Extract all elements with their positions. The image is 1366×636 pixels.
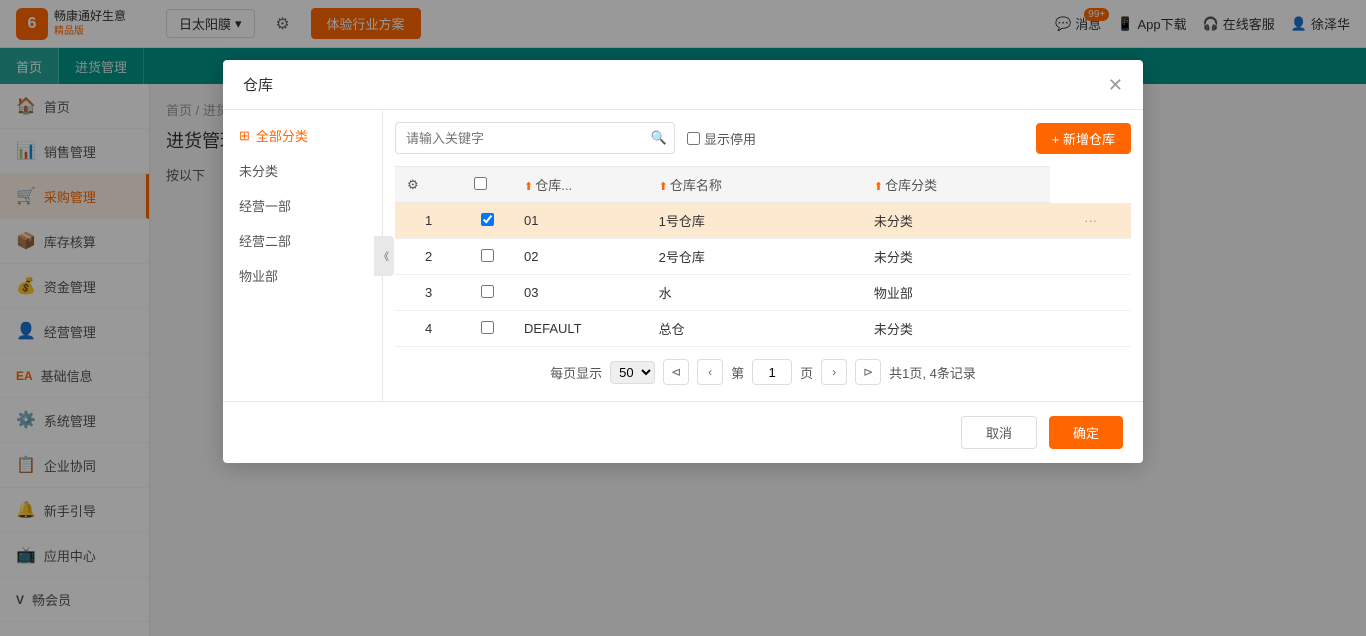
first-page-btn[interactable]: ⊲ (663, 359, 689, 385)
row-num: 1 (395, 203, 462, 239)
row-checkbox[interactable] (481, 321, 494, 334)
dialog-close-btn[interactable]: ✕ (1108, 76, 1123, 94)
sort-icon-name: ⬆ (659, 181, 668, 193)
table-row[interactable]: 3 03 水 物业部 (395, 275, 1131, 311)
row-checkbox[interactable] (481, 249, 494, 262)
show-disabled-checkbox-label[interactable]: 显示停用 (687, 129, 756, 148)
confirm-button[interactable]: 确定 (1049, 416, 1123, 449)
dialog-body: ⊞ 全部分类 未分类 经营一部 经营二部 物业部 《 🔍 (223, 110, 1143, 401)
row-category: 未分类 (862, 203, 1050, 239)
show-disabled-checkbox[interactable] (687, 132, 700, 145)
warehouse-table: ⚙ ⬆仓库... ⬆仓库名称 ⬆仓库分类 1 01 1号仓库 未分类 ··· 2… (395, 166, 1131, 347)
pagination-bar: 每页显示 50 ⊲ ‹ 第 页 › ⊳ 共1页, 4条记录 (395, 347, 1131, 389)
row-code: 03 (512, 275, 647, 311)
prev-page-btn[interactable]: ‹ (697, 359, 723, 385)
col-header-code: ⬆仓库... (512, 167, 647, 203)
row-code: 02 (512, 239, 647, 275)
row-name: 总仓 (647, 311, 862, 347)
table-panel: 🔍 显示停用 + 新增仓库 ⚙ ⬆仓库... (383, 110, 1143, 401)
cancel-button[interactable]: 取消 (961, 416, 1037, 449)
search-wrap: 🔍 (395, 122, 675, 154)
modal-overlay: 仓库 ✕ ⊞ 全部分类 未分类 经营一部 经营二部 物业部 《 (0, 0, 1366, 636)
row-num: 4 (395, 311, 462, 347)
category-panel: ⊞ 全部分类 未分类 经营一部 经营二部 物业部 《 (223, 110, 383, 401)
dialog-header: 仓库 ✕ (223, 60, 1143, 110)
category-item-property[interactable]: 物业部 (223, 258, 382, 293)
search-icon[interactable]: 🔍 (651, 130, 667, 146)
col-header-settings[interactable]: ⚙ (395, 167, 462, 203)
row-checkbox-cell[interactable] (462, 239, 512, 275)
grid-icon: ⊞ (239, 128, 250, 144)
last-page-btn[interactable]: ⊳ (855, 359, 881, 385)
row-num: 3 (395, 275, 462, 311)
category-item-dept2[interactable]: 经营二部 (223, 223, 382, 258)
row-checkbox-cell[interactable] (462, 311, 512, 347)
row-ops[interactable] (1050, 311, 1131, 347)
row-name: 水 (647, 275, 862, 311)
page-input[interactable] (752, 359, 792, 385)
sort-icon-cat: ⬆ (874, 181, 883, 193)
next-page-btn[interactable]: › (821, 359, 847, 385)
warehouse-dialog: 仓库 ✕ ⊞ 全部分类 未分类 经营一部 经营二部 物业部 《 (223, 60, 1143, 463)
row-num: 2 (395, 239, 462, 275)
category-item-unclassified[interactable]: 未分类 (223, 153, 382, 188)
category-item-dept1[interactable]: 经营一部 (223, 188, 382, 223)
col-header-name: ⬆仓库名称 (647, 167, 862, 203)
table-row[interactable]: 2 02 2号仓库 未分类 (395, 239, 1131, 275)
collapse-panel-btn[interactable]: 《 (374, 236, 394, 276)
select-all-checkbox[interactable] (474, 177, 487, 190)
row-category: 未分类 (862, 311, 1050, 347)
dialog-title: 仓库 (243, 74, 273, 95)
row-category: 未分类 (862, 239, 1050, 275)
col-header-check[interactable] (462, 167, 512, 203)
row-ops[interactable] (1050, 275, 1131, 311)
row-ops[interactable] (1050, 239, 1131, 275)
search-input[interactable] (395, 122, 675, 154)
row-name: 2号仓库 (647, 239, 862, 275)
table-toolbar: 🔍 显示停用 + 新增仓库 (395, 122, 1131, 154)
table-row[interactable]: 1 01 1号仓库 未分类 ··· (395, 203, 1131, 239)
table-row[interactable]: 4 DEFAULT 总仓 未分类 (395, 311, 1131, 347)
row-code: 01 (512, 203, 647, 239)
dialog-footer: 取消 确定 (223, 401, 1143, 463)
row-name: 1号仓库 (647, 203, 862, 239)
sort-icon: ⬆ (524, 181, 533, 193)
row-checkbox-cell[interactable] (462, 203, 512, 239)
all-category-item[interactable]: ⊞ 全部分类 (223, 118, 382, 153)
col-header-category: ⬆仓库分类 (862, 167, 1050, 203)
add-warehouse-btn[interactable]: + 新增仓库 (1036, 123, 1131, 154)
row-ops[interactable]: ··· (1050, 203, 1131, 239)
row-checkbox-cell[interactable] (462, 275, 512, 311)
row-checkbox[interactable] (481, 285, 494, 298)
row-checkbox[interactable] (481, 213, 494, 226)
page-size-select[interactable]: 50 (610, 361, 655, 384)
row-category: 物业部 (862, 275, 1050, 311)
row-code: DEFAULT (512, 311, 647, 347)
